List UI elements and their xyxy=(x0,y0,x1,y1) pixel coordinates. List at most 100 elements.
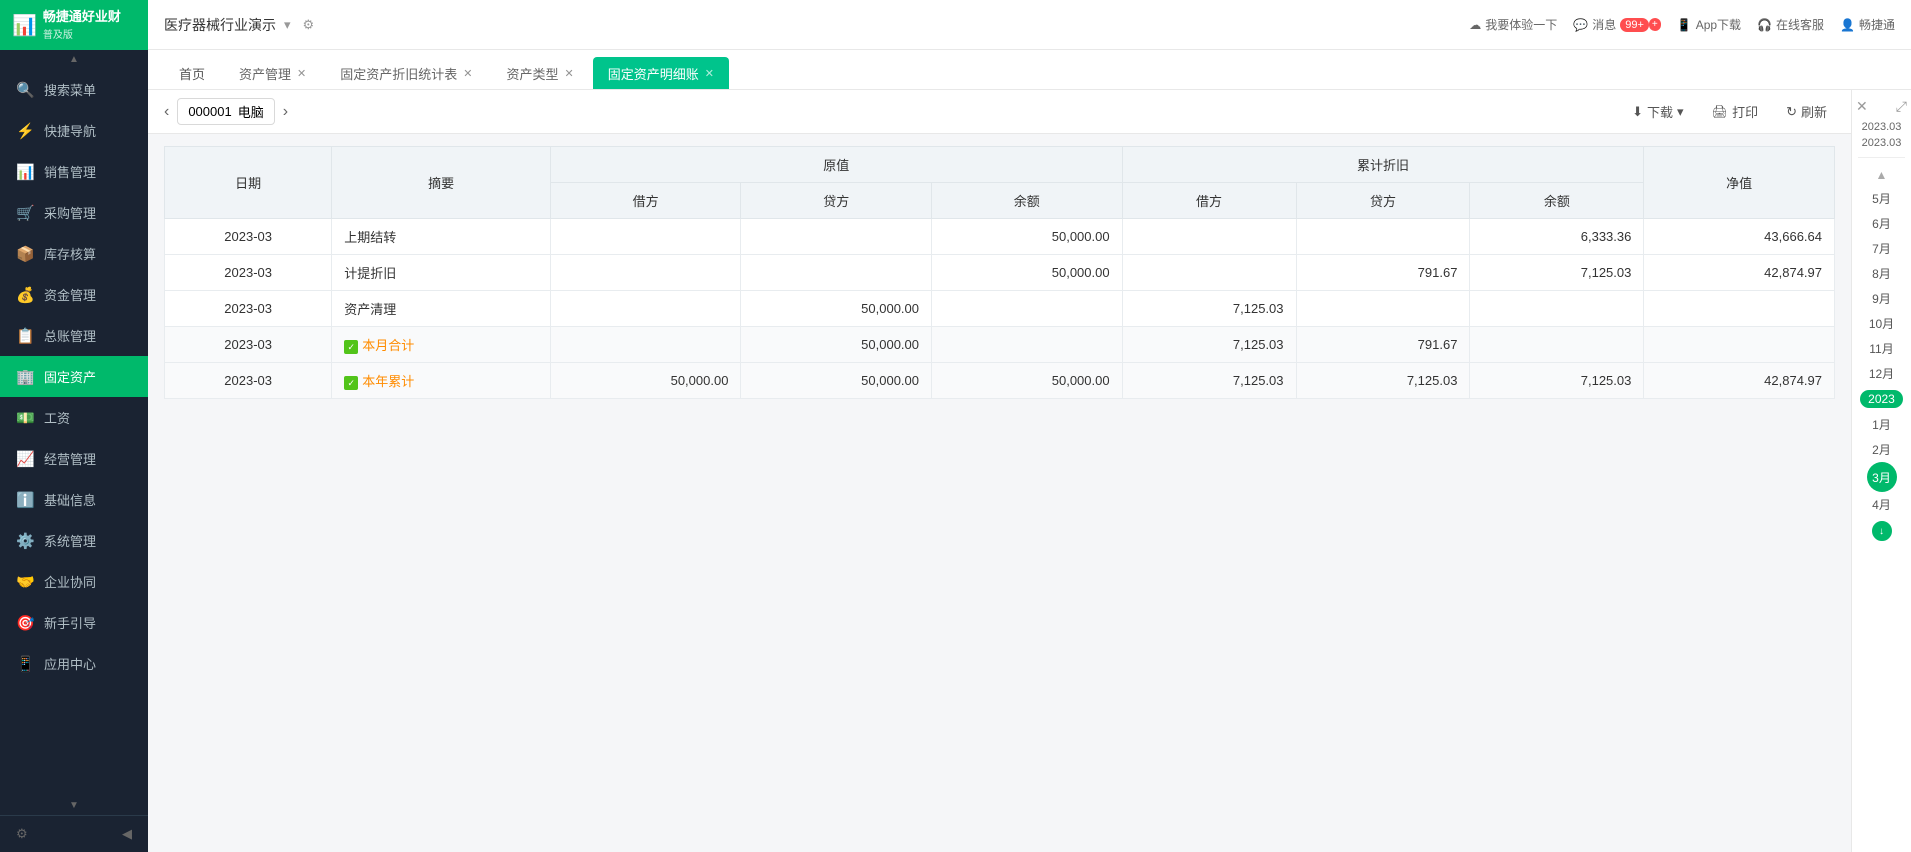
timeline-expand-btn[interactable]: ⤢ xyxy=(1896,98,1907,115)
sidebar-item-label: 固定资产 xyxy=(44,367,96,386)
tab-asset-type-close[interactable]: ✕ xyxy=(565,67,574,80)
sidebar-item-ledger[interactable]: 📋 总账管理 xyxy=(0,315,148,356)
cell-dep-balance xyxy=(1470,291,1644,327)
table-row: 2023-03 ✓本月合计 50,000.00 7,125.03 791.67 xyxy=(165,327,1835,363)
refresh-btn[interactable]: ↻ 刷新 xyxy=(1778,98,1835,125)
col-orig-credit: 贷方 xyxy=(741,183,932,219)
timeline-month-6[interactable]: 6月 xyxy=(1852,211,1911,236)
cell-orig-debit xyxy=(550,327,741,363)
timeline-month-12[interactable]: 12月 xyxy=(1852,361,1911,386)
timeline-month-1[interactable]: 1月 xyxy=(1852,412,1911,437)
sidebar-menu: 🔍 搜索菜单 ⚡ 快捷导航 📊 销售管理 🛒 采购管理 📦 库存核算 💰 资金管… xyxy=(0,69,148,796)
sidebar-item-cooperation[interactable]: 🤝 企业协同 xyxy=(0,561,148,602)
sidebar-item-search[interactable]: 🔍 搜索菜单 xyxy=(0,69,148,110)
user-group[interactable]: 👤 畅捷通 xyxy=(1840,16,1895,33)
settings-gear-icon[interactable]: ⚙ xyxy=(303,17,315,33)
timeline-month-3-active[interactable]: 3月 xyxy=(1867,462,1897,492)
cell-net-value: 42,874.97 xyxy=(1644,363,1835,399)
sidebar-item-label: 快捷导航 xyxy=(44,121,96,140)
cell-orig-balance: 50,000.00 xyxy=(932,255,1123,291)
sidebar-item-system[interactable]: ⚙️ 系统管理 xyxy=(0,520,148,561)
sidebar-scroll-up[interactable]: ▲ xyxy=(0,50,148,69)
nav-bar-right: ⬇ 下载 ▾ 🖨 打印 ↻ 刷新 xyxy=(1624,98,1835,125)
next-asset-btn[interactable]: › xyxy=(283,103,288,121)
cell-summary[interactable]: ✓ 本年累计 xyxy=(332,363,551,399)
sidebar-item-fixed-assets[interactable]: 🏢 固定资产 xyxy=(0,356,148,397)
tab-depreciation-stats[interactable]: 固定资产折旧统计表 ✕ xyxy=(325,57,487,89)
cell-orig-debit: 50,000.00 xyxy=(550,363,741,399)
timeline-month-4[interactable]: 4月 xyxy=(1852,492,1911,517)
sidebar: 📊 畅捷通好业财 普及版 ▲ 🔍 搜索菜单 ⚡ 快捷导航 📊 销售管理 🛒 采购… xyxy=(0,0,148,852)
timeline-month-8[interactable]: 8月 xyxy=(1852,261,1911,286)
sidebar-item-label: 系统管理 xyxy=(44,531,96,550)
timeline-down-btn[interactable]: ↓ xyxy=(1872,521,1892,541)
col-dep-debit: 借方 xyxy=(1122,183,1296,219)
sidebar-item-guide[interactable]: 🎯 新手引导 xyxy=(0,602,148,643)
asset-selector[interactable]: 000001 电脑 xyxy=(177,98,274,125)
summary-label[interactable]: 本年累计 xyxy=(362,374,414,389)
cell-net-value xyxy=(1644,291,1835,327)
cell-summary[interactable]: ✓本月合计 xyxy=(332,327,551,363)
tab-depreciation-stats-label: 固定资产折旧统计表 xyxy=(340,64,457,83)
timeline-month-2[interactable]: 2月 xyxy=(1852,437,1911,462)
summary-label[interactable]: 本月合计 xyxy=(362,338,414,353)
timeline-month-11[interactable]: 11月 xyxy=(1852,336,1911,361)
sidebar-item-quick-nav[interactable]: ⚡ 快捷导航 xyxy=(0,110,148,151)
asset-name: 电脑 xyxy=(238,102,264,121)
sidebar-item-operations[interactable]: 📈 经营管理 xyxy=(0,438,148,479)
sidebar-item-payroll[interactable]: 💵 工资 xyxy=(0,397,148,438)
timeline-month-9[interactable]: 9月 xyxy=(1852,286,1911,311)
experience-icon: ☁ xyxy=(1469,18,1481,32)
cell-dep-debit: 7,125.03 xyxy=(1122,291,1296,327)
system-icon: ⚙️ xyxy=(16,532,34,550)
cell-orig-balance: 50,000.00 xyxy=(932,363,1123,399)
dropdown-icon[interactable]: ▾ xyxy=(284,17,291,33)
finance-icon: 💰 xyxy=(16,286,34,304)
sidebar-item-sales[interactable]: 📊 销售管理 xyxy=(0,151,148,192)
cell-summary: 上期结转 xyxy=(332,219,551,255)
tab-asset-detail[interactable]: 固定资产明细账 ✕ xyxy=(593,57,729,89)
cell-orig-credit xyxy=(741,255,932,291)
tab-asset-detail-close[interactable]: ✕ xyxy=(705,67,714,80)
tab-asset-mgmt[interactable]: 资产管理 ✕ xyxy=(224,57,321,89)
print-btn[interactable]: 🖨 打印 xyxy=(1704,98,1767,125)
timeline-month-10[interactable]: 10月 xyxy=(1852,311,1911,336)
cell-dep-balance: 7,125.03 xyxy=(1470,255,1644,291)
tab-home[interactable]: 首页 xyxy=(164,57,220,89)
messages-group[interactable]: 💬 消息 99+ + xyxy=(1573,16,1660,33)
download-icon: ⬇ xyxy=(1632,104,1643,120)
quick-nav-icon: ⚡ xyxy=(16,122,34,140)
sidebar-scroll-down[interactable]: ▼ xyxy=(0,796,148,815)
sidebar-item-finance[interactable]: 💰 资金管理 xyxy=(0,274,148,315)
cell-orig-debit xyxy=(550,291,741,327)
tab-asset-mgmt-close[interactable]: ✕ xyxy=(297,67,306,80)
timeline-year-badge[interactable]: 2023 xyxy=(1860,390,1903,408)
collapse-icon[interactable]: ◀ xyxy=(122,826,132,842)
plus-badge: + xyxy=(1649,18,1661,31)
tab-depreciation-stats-close[interactable]: ✕ xyxy=(463,67,472,80)
experience-btn[interactable]: ☁ 我要体验一下 xyxy=(1469,16,1557,33)
settings-icon[interactable]: ⚙ xyxy=(16,826,28,842)
inventory-icon: 📦 xyxy=(16,245,34,263)
ledger-icon: 📋 xyxy=(16,327,34,345)
download-btn[interactable]: ⬇ 下载 ▾ xyxy=(1624,98,1691,125)
timeline-month-5[interactable]: 5月 xyxy=(1852,186,1911,211)
app-name: 畅捷通好业财 xyxy=(43,9,121,26)
prev-asset-btn[interactable]: ‹ xyxy=(164,103,169,121)
timeline-month-7[interactable]: 7月 xyxy=(1852,236,1911,261)
timeline-arrow-up[interactable]: ▲ xyxy=(1872,164,1892,186)
summary-icon: ✓ xyxy=(344,376,358,390)
fixed-assets-icon: 🏢 xyxy=(16,368,34,386)
table-row: 2023-03 ✓本年累计 50,000.00 50,000.00 50,000… xyxy=(165,363,1835,399)
timeline-close-btn[interactable]: ✕ xyxy=(1856,98,1868,115)
tab-asset-type[interactable]: 资产类型 ✕ xyxy=(491,57,588,89)
sidebar-item-label: 应用中心 xyxy=(44,654,96,673)
sidebar-item-inventory[interactable]: 📦 库存核算 xyxy=(0,233,148,274)
sidebar-item-app-center[interactable]: 📱 应用中心 xyxy=(0,643,148,684)
app-download-group[interactable]: 📱 App下载 xyxy=(1677,16,1741,33)
sidebar-item-basic-info[interactable]: ℹ️ 基础信息 xyxy=(0,479,148,520)
sidebar-item-label: 企业协同 xyxy=(44,572,96,591)
customer-service-group[interactable]: 🎧 在线客服 xyxy=(1757,16,1824,33)
sidebar-item-purchase[interactable]: 🛒 采购管理 xyxy=(0,192,148,233)
table-container: 日期 摘要 原值 累计折旧 净值 借方 贷方 余额 借方 贷方 余额 xyxy=(148,134,1851,852)
